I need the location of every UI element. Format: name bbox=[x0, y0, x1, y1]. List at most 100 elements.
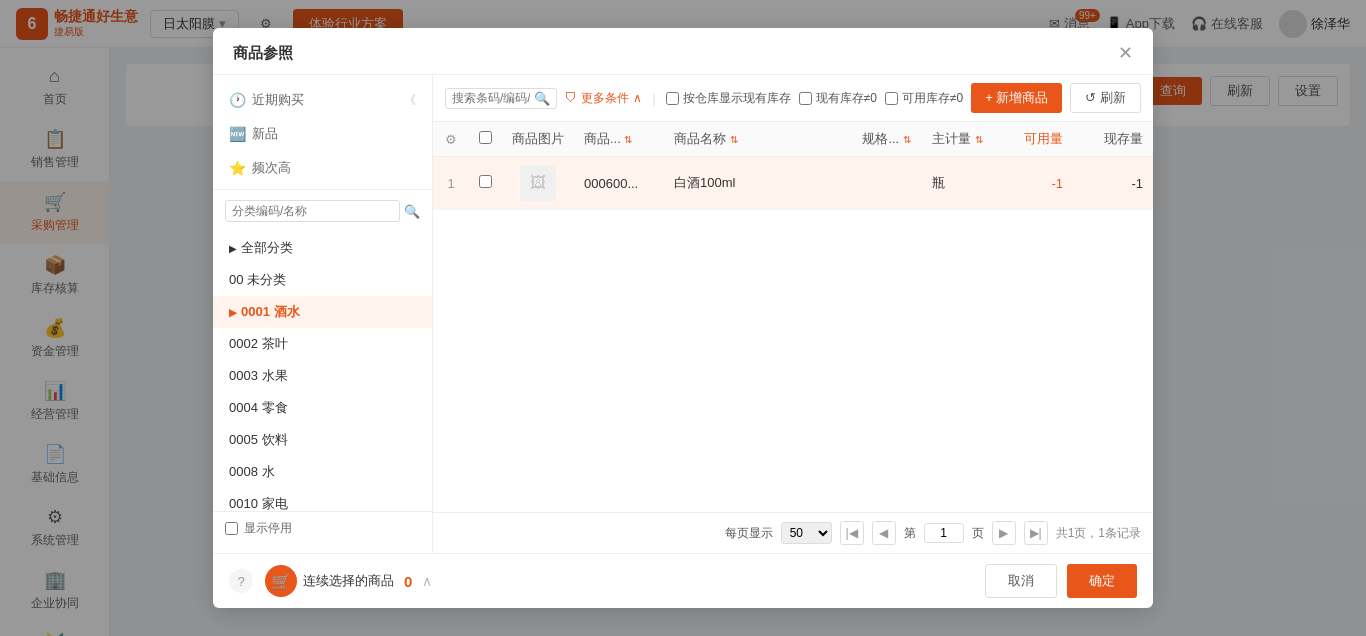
first-page-button[interactable]: |◀ bbox=[840, 521, 864, 545]
col-header-spec[interactable]: 规格... ⇅ bbox=[852, 122, 922, 157]
recent-icon: 🕐 bbox=[229, 92, 246, 108]
col-name-label: 商品名称 bbox=[674, 131, 726, 146]
show-disabled-label: 显示停用 bbox=[244, 520, 292, 537]
table-toolbar: 🔍 ⛉ 更多条件 ∧ | 按仓库显示现有库存 现有库存≠0 bbox=[433, 75, 1153, 122]
cart-area[interactable]: 🛒 连续选择的商品 0 ∧ bbox=[265, 565, 432, 597]
nav-frequent[interactable]: ⭐ 频次高 bbox=[213, 151, 432, 185]
cart-collapse-icon[interactable]: ∧ bbox=[422, 573, 432, 589]
page-word2: 页 bbox=[972, 525, 984, 542]
check-warehouse-label: 按仓库显示现有库存 bbox=[683, 90, 791, 107]
add-product-button[interactable]: + 新增商品 bbox=[971, 83, 1062, 113]
check-stock-ne0[interactable]: 现有库存≠0 bbox=[799, 90, 877, 107]
collapse-icon[interactable]: 《 bbox=[404, 92, 416, 109]
product-image: 🖼 bbox=[520, 165, 556, 201]
cancel-button[interactable]: 取消 bbox=[985, 564, 1057, 598]
check-avail-ne0[interactable]: 可用库存≠0 bbox=[885, 90, 963, 107]
refresh-table-button[interactable]: ↺ 刷新 bbox=[1070, 83, 1141, 113]
row-img: 🖼 bbox=[502, 157, 574, 210]
left-footer: 显示停用 bbox=[213, 511, 432, 545]
cat-0003[interactable]: 0003 水果 bbox=[213, 360, 432, 392]
table-body: 1 🖼 000600... 白酒100ml 瓶 bbox=[433, 157, 1153, 210]
col-unit-label: 主计量 bbox=[932, 131, 971, 146]
category-search-input[interactable] bbox=[225, 200, 400, 222]
help-icon-char: ? bbox=[237, 574, 244, 589]
page-number-input[interactable] bbox=[924, 523, 964, 543]
filter-label: 更多条件 bbox=[581, 90, 629, 107]
per-page-label: 每页显示 bbox=[725, 525, 773, 542]
product-reference-modal: 商品参照 ✕ 🕐 近期购买 《 🆕 新品 ⭐ 频次高 bbox=[213, 28, 1153, 608]
col-header-unit[interactable]: 主计量 ⇅ bbox=[922, 122, 993, 157]
table-pagination: 每页显示 50 20 100 |◀ ◀ 第 页 ▶ ▶| 共1页，1条记录 bbox=[433, 512, 1153, 553]
cat-0010[interactable]: 0010 家电 bbox=[213, 488, 432, 511]
footer-buttons: 取消 确定 bbox=[985, 564, 1137, 598]
nav-frequent-label: 频次高 bbox=[252, 159, 291, 177]
cat-all-arrow: ▶ bbox=[229, 243, 237, 254]
filter-arrow-icon: ∧ bbox=[633, 91, 642, 105]
category-search-icon[interactable]: 🔍 bbox=[404, 204, 420, 219]
row-unit: 瓶 bbox=[922, 157, 993, 210]
filter-more-button[interactable]: ⛉ 更多条件 ∧ bbox=[565, 90, 642, 107]
modal-close-button[interactable]: ✕ bbox=[1118, 42, 1133, 64]
last-page-button[interactable]: ▶| bbox=[1024, 521, 1048, 545]
toolbar-right: + 新增商品 ↺ 刷新 bbox=[971, 83, 1141, 113]
row-num: 1 bbox=[433, 157, 469, 210]
prev-page-button[interactable]: ◀ bbox=[872, 521, 896, 545]
cat-0008-label: 0008 水 bbox=[229, 463, 275, 481]
cat-all[interactable]: ▶ 全部分类 bbox=[213, 232, 432, 264]
select-all-checkbox[interactable] bbox=[479, 131, 492, 144]
sort-spec-icon: ⇅ bbox=[903, 134, 911, 145]
row-code: 000600... bbox=[574, 157, 664, 210]
col-header-settings[interactable]: ⚙ bbox=[433, 122, 469, 157]
nav-new[interactable]: 🆕 新品 bbox=[213, 117, 432, 151]
page-word: 第 bbox=[904, 525, 916, 542]
show-disabled-checkbox[interactable] bbox=[225, 522, 238, 535]
product-search-icon[interactable]: 🔍 bbox=[534, 91, 550, 106]
filter-separator: | bbox=[652, 91, 655, 106]
table-header-row: ⚙ 商品图片 商品... ⇅ 商品名称 bbox=[433, 122, 1153, 157]
col-spec-label: 规格... bbox=[862, 131, 899, 146]
warehouse-checkbox[interactable] bbox=[666, 92, 679, 105]
cat-0008[interactable]: 0008 水 bbox=[213, 456, 432, 488]
help-button[interactable]: ? bbox=[229, 569, 253, 593]
table-row[interactable]: 1 🖼 000600... 白酒100ml 瓶 bbox=[433, 157, 1153, 210]
check-warehouse[interactable]: 按仓库显示现有库存 bbox=[666, 90, 791, 107]
avail-ne0-checkbox[interactable] bbox=[885, 92, 898, 105]
confirm-button[interactable]: 确定 bbox=[1067, 564, 1137, 598]
product-search-bar: 🔍 bbox=[445, 88, 557, 109]
col-header-stock: 现存量 bbox=[1073, 122, 1153, 157]
frequent-icon: ⭐ bbox=[229, 160, 246, 176]
col-header-name[interactable]: 商品名称 ⇅ bbox=[664, 122, 852, 157]
modal-body: 🕐 近期购买 《 🆕 新品 ⭐ 频次高 🔍 bbox=[213, 75, 1153, 553]
modal-footer: ? 🛒 连续选择的商品 0 ∧ 取消 确定 bbox=[213, 553, 1153, 608]
modal-title: 商品参照 bbox=[233, 44, 293, 63]
modal-overlay: 商品参照 ✕ 🕐 近期购买 《 🆕 新品 ⭐ 频次高 bbox=[0, 0, 1366, 636]
per-page-select[interactable]: 50 20 100 bbox=[781, 522, 832, 544]
cart-count: 0 bbox=[404, 573, 412, 590]
cat-0002[interactable]: 0002 茶叶 bbox=[213, 328, 432, 360]
nav-new-label: 新品 bbox=[252, 125, 278, 143]
cat-0003-label: 0003 水果 bbox=[229, 367, 288, 385]
nav-recent[interactable]: 🕐 近期购买 《 bbox=[213, 83, 432, 117]
row-spec bbox=[852, 157, 922, 210]
cart-icon: 🛒 bbox=[265, 565, 297, 597]
cat-0001[interactable]: ▶ 0001 酒水 bbox=[213, 296, 432, 328]
cat-00-label: 00 未分类 bbox=[229, 271, 286, 289]
page-info: 共1页，1条记录 bbox=[1056, 525, 1141, 542]
col-header-avail: 可用量 bbox=[993, 122, 1073, 157]
stock-ne0-checkbox[interactable] bbox=[799, 92, 812, 105]
col-header-check bbox=[469, 122, 502, 157]
cat-00[interactable]: 00 未分类 bbox=[213, 264, 432, 296]
next-page-button[interactable]: ▶ bbox=[992, 521, 1016, 545]
cat-0005[interactable]: 0005 饮料 bbox=[213, 424, 432, 456]
check-avail-label: 可用库存≠0 bbox=[902, 90, 963, 107]
row-check[interactable] bbox=[469, 157, 502, 210]
right-panel: 🔍 ⛉ 更多条件 ∧ | 按仓库显示现有库存 现有库存≠0 bbox=[433, 75, 1153, 553]
product-search-input[interactable] bbox=[452, 91, 530, 105]
cat-0005-label: 0005 饮料 bbox=[229, 431, 288, 449]
row-checkbox[interactable] bbox=[479, 175, 492, 188]
col-header-code[interactable]: 商品... ⇅ bbox=[574, 122, 664, 157]
cat-0004-label: 0004 零食 bbox=[229, 399, 288, 417]
modal-header: 商品参照 ✕ bbox=[213, 28, 1153, 75]
cat-0004[interactable]: 0004 零食 bbox=[213, 392, 432, 424]
col-header-img: 商品图片 bbox=[502, 122, 574, 157]
